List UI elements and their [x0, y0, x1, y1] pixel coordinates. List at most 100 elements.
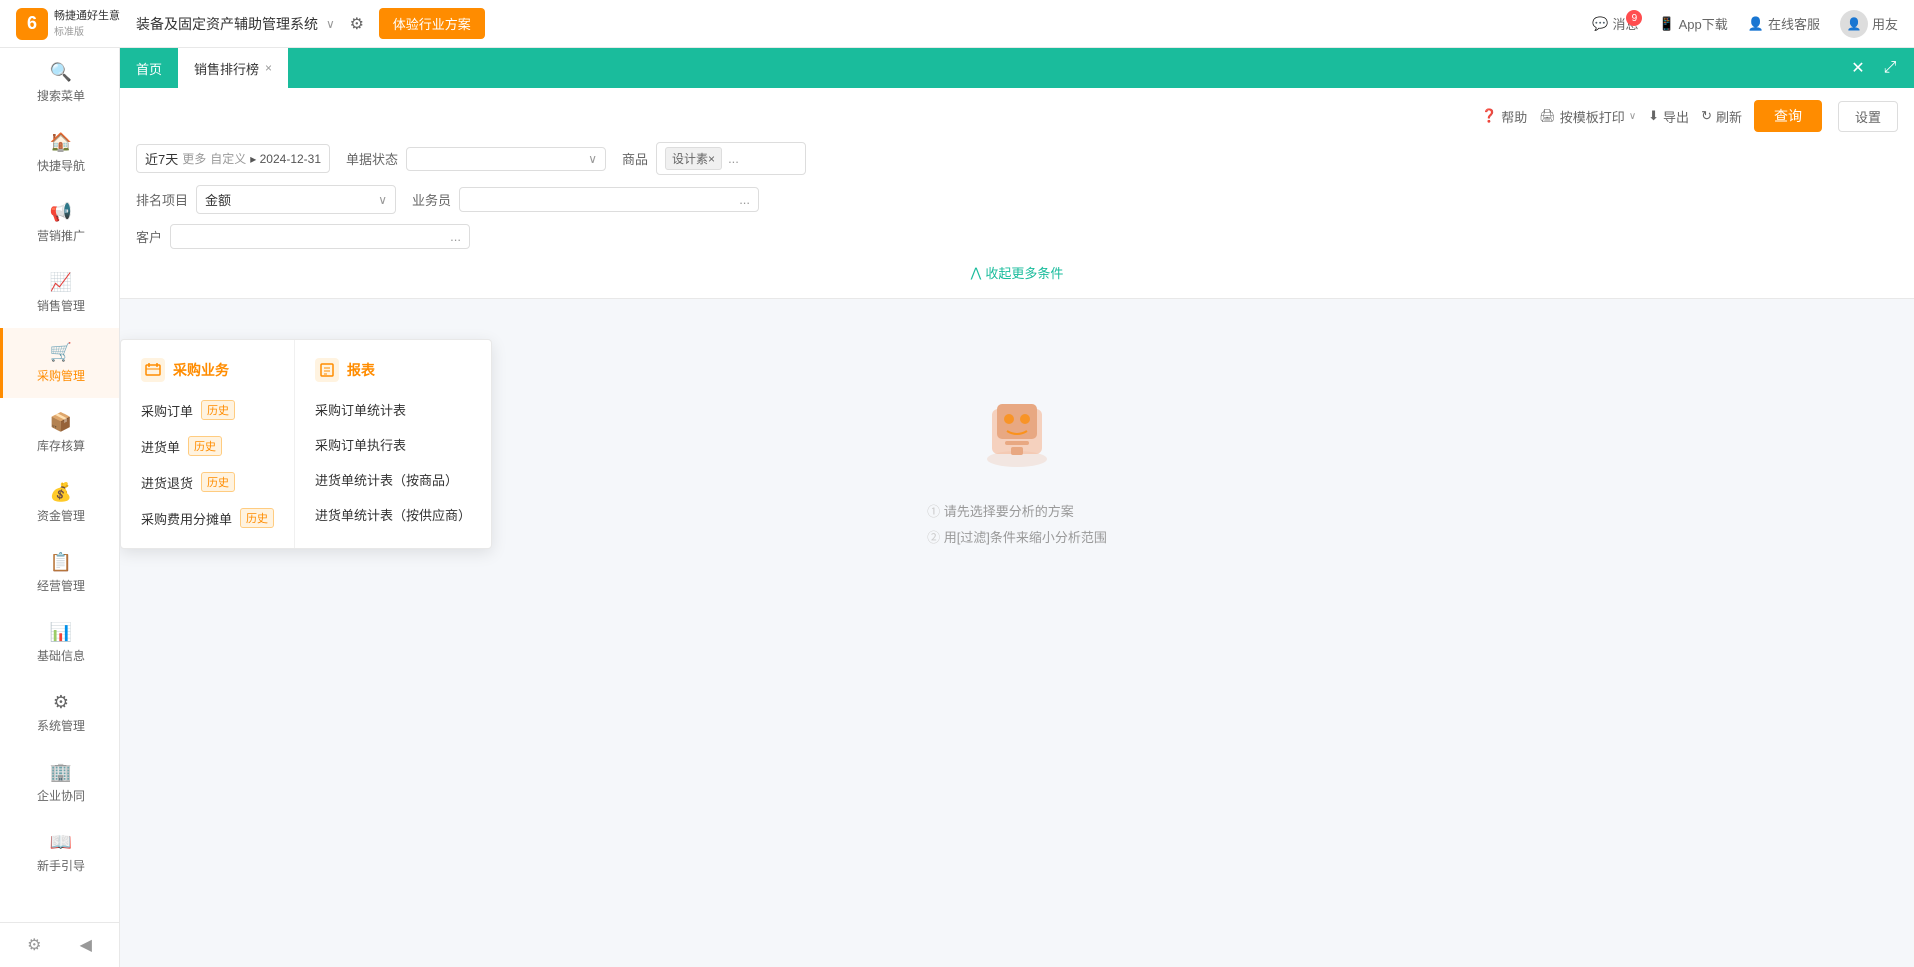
system-icon: ⚙	[53, 692, 69, 713]
sidebar-label-inventory: 库存核算	[37, 437, 85, 454]
receipt-stats-product-label: 进货单统计表（按商品）	[315, 470, 458, 489]
sidebar-label-enterprise: 企业协同	[37, 787, 85, 804]
sidebar-item-nav[interactable]: 🏠 快捷导航	[0, 118, 119, 188]
print-btn[interactable]: 🖨 按模板打印 ∨	[1539, 107, 1636, 126]
tab-close-icon[interactable]: ×	[265, 61, 272, 75]
date-more[interactable]: 更多	[182, 150, 206, 167]
sidebar-label-operation: 经营管理	[37, 577, 85, 594]
dropdown-item-receipt-stats-supplier[interactable]: 进货单统计表（按供应商）	[295, 497, 491, 532]
filter-toolbar: ❓ 帮助 🖨 按模板打印 ∨ ⬇ 导出 ↻ 刷新	[120, 88, 1914, 299]
message-badge: 9	[1626, 10, 1642, 26]
empty-icon	[967, 379, 1067, 479]
customer-filter: 客户 ...	[136, 224, 470, 249]
salesperson-input[interactable]: ...	[459, 187, 759, 212]
doc-status-label: 单据状态	[346, 149, 398, 168]
product-tag-text: 设计素×	[672, 150, 715, 167]
sidebar-collapse-icon[interactable]: ◀	[80, 935, 92, 955]
app-download-btn[interactable]: 📱 App下载	[1658, 14, 1727, 33]
product-dots[interactable]: ...	[728, 151, 739, 166]
dropdown-item-purchase-receipt[interactable]: 进货单 历史	[121, 428, 294, 464]
purchase-col-icon	[141, 358, 165, 382]
settings-btn[interactable]: 设置	[1838, 101, 1898, 132]
purchase-order-label: 采购订单	[141, 401, 193, 420]
enterprise-icon: 🏢	[50, 762, 72, 783]
export-icon: ⬇	[1648, 108, 1659, 124]
purchase-receipt-label: 进货单	[141, 437, 180, 456]
sidebar-item-enterprise[interactable]: 🏢 企业协同	[0, 748, 119, 818]
sidebar-item-marketing[interactable]: 📢 营销推广	[0, 188, 119, 258]
empty-tip-2: 用[过滤]条件来缩小分析范围	[927, 525, 1107, 551]
date-prefix: 近7天	[145, 149, 178, 168]
query-btn[interactable]: 查询	[1754, 100, 1822, 132]
sidebar-item-finance[interactable]: 💰 资金管理	[0, 468, 119, 538]
message-btn[interactable]: 💬 消息 9	[1592, 14, 1638, 33]
rank-value: 金额	[205, 190, 370, 209]
collapse-up-icon: ⋀	[971, 265, 982, 281]
tab-home[interactable]: 首页	[120, 48, 178, 88]
window-maximize-icon[interactable]: ⤢	[1878, 56, 1902, 80]
date-range-filter: 近7天 更多 自定义 ▸ 2024-12-31	[136, 144, 330, 173]
rank-input[interactable]: 金额 ∨	[196, 185, 396, 214]
window-close-icon[interactable]: ✕	[1846, 56, 1870, 80]
dropdown-item-po-exec[interactable]: 采购订单执行表	[295, 427, 491, 462]
dropdown-item-receipt-stats-product[interactable]: 进货单统计表（按商品）	[295, 462, 491, 497]
help-btn[interactable]: ❓ 帮助	[1481, 107, 1527, 126]
operation-icon: 📋	[50, 552, 72, 573]
dropdown-item-purchase-expense[interactable]: 采购费用分摊单 历史	[121, 500, 294, 536]
salesperson-dots[interactable]: ...	[739, 192, 750, 207]
online-service-btn[interactable]: 👤 在线客服	[1748, 14, 1820, 33]
inventory-icon: 📦	[50, 412, 72, 433]
collapse-btn[interactable]: ⋀ 收起更多条件	[967, 259, 1068, 286]
sidebar-item-sales[interactable]: 📈 销售管理	[0, 258, 119, 328]
purchase-col-title: 采购业务	[173, 360, 229, 380]
sidebar-item-purchase[interactable]: 🛒 采购管理	[0, 328, 119, 398]
sidebar-label-finance: 资金管理	[37, 507, 85, 524]
user-btn[interactable]: 👤 用友	[1840, 10, 1898, 38]
user-label: 用友	[1872, 14, 1898, 33]
sidebar-item-search[interactable]: 🔍 搜索菜单	[0, 48, 119, 118]
sidebar-item-system[interactable]: ⚙ 系统管理	[0, 678, 119, 748]
date-range-input[interactable]: 近7天 更多 自定义 ▸ 2024-12-31	[136, 144, 330, 173]
industry-btn[interactable]: 体验行业方案	[379, 8, 485, 39]
purchase-expense-label: 采购费用分摊单	[141, 509, 232, 528]
customer-dots[interactable]: ...	[450, 229, 461, 244]
logo-text: 畅捷通好生意	[54, 9, 120, 23]
home-tab-label: 首页	[136, 59, 162, 78]
sales-ranking-label: 销售排行榜	[194, 59, 259, 78]
search-icon: 🔍	[50, 62, 72, 83]
system-arrow-icon[interactable]: ∨	[326, 17, 335, 31]
system-settings-icon[interactable]: ⚙	[343, 10, 371, 38]
toolbar-top: ❓ 帮助 🖨 按模板打印 ∨ ⬇ 导出 ↻ 刷新	[136, 100, 1898, 132]
date-custom[interactable]: 自定义	[210, 150, 246, 167]
product-input[interactable]: 设计素× ...	[656, 142, 806, 175]
sidebar-bottom: ⚙ ◀	[0, 922, 119, 967]
sidebar-item-guide[interactable]: 📖 新手引导	[0, 818, 119, 888]
tab-sales-ranking[interactable]: 销售排行榜 ×	[178, 48, 288, 88]
export-btn[interactable]: ⬇ 导出	[1648, 107, 1689, 126]
sidebar-item-basic[interactable]: 📊 基础信息	[0, 608, 119, 678]
sidebar-item-inventory[interactable]: 📦 库存核算	[0, 398, 119, 468]
customer-input[interactable]: ...	[170, 224, 470, 249]
customer-label: 客户	[136, 227, 162, 246]
product-label: 商品	[622, 149, 648, 168]
sidebar-item-operation[interactable]: 📋 经营管理	[0, 538, 119, 608]
sidebar-label-sales: 销售管理	[37, 297, 85, 314]
dropdown-item-purchase-return[interactable]: 进货退货 历史	[121, 464, 294, 500]
report-col-title: 报表	[347, 360, 375, 380]
sidebar-label-purchase: 采购管理	[37, 367, 85, 384]
doc-status-input[interactable]: ∨	[406, 147, 606, 171]
dropdown-item-po-stats[interactable]: 采购订单统计表	[295, 392, 491, 427]
help-icon: ❓	[1481, 108, 1497, 124]
user-avatar: 👤	[1840, 10, 1868, 38]
rank-filter: 排名项目 金额 ∨	[136, 185, 396, 214]
purchase-col-header: 采购业务	[121, 352, 294, 392]
sidebar-label-basic: 基础信息	[37, 647, 85, 664]
sidebar-label-nav: 快捷导航	[37, 157, 85, 174]
dropdown-item-purchase-order[interactable]: 采购订单 历史	[121, 392, 294, 428]
main-layout: 🔍 搜索菜单 🏠 快捷导航 📢 营销推广 📈 销售管理 🛒 采购管理 📦 库存核…	[0, 48, 1914, 967]
product-filter: 商品 设计素× ...	[622, 142, 806, 175]
refresh-btn[interactable]: ↻ 刷新	[1701, 107, 1742, 126]
collapse-label: 收起更多条件	[985, 263, 1063, 282]
sidebar-settings-icon[interactable]: ⚙	[27, 935, 41, 955]
message-icon: 💬	[1592, 16, 1608, 32]
